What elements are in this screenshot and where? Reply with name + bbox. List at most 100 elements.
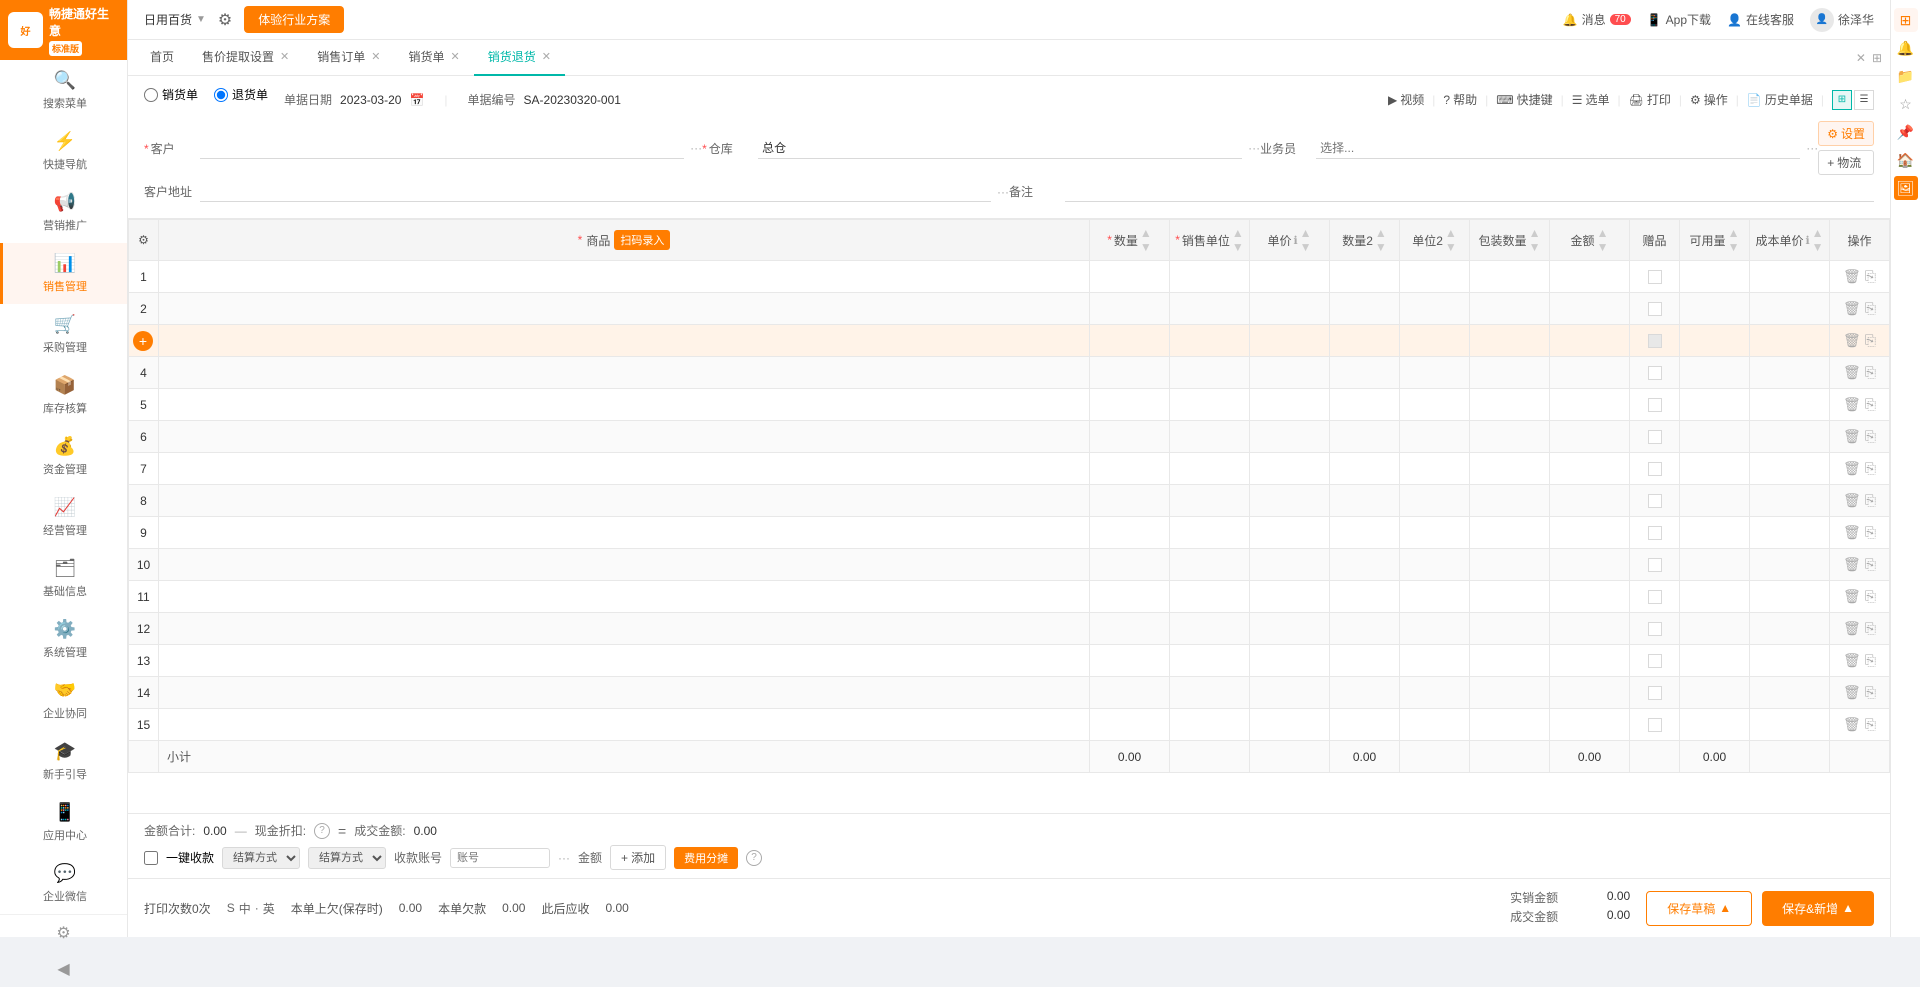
- copy-row-icon[interactable]: ⎘: [1865, 588, 1876, 605]
- unit2-cell-active[interactable]: [1400, 325, 1470, 357]
- grid-view-btn[interactable]: ⊞: [1832, 90, 1852, 110]
- delete-row-icon[interactable]: 🗑: [1843, 556, 1861, 573]
- gift-checkbox[interactable]: [1648, 398, 1662, 412]
- sidebar-item-finance[interactable]: 💰 资金管理: [0, 426, 127, 487]
- add-row-button[interactable]: +: [133, 331, 153, 351]
- radio-sales-input[interactable]: [144, 88, 158, 102]
- sidebar-item-purchase-mgmt[interactable]: 🛒 采购管理: [0, 304, 127, 365]
- scan-button[interactable]: 扫码录入: [614, 230, 670, 250]
- delete-row-icon[interactable]: 🗑: [1843, 588, 1861, 605]
- gift-cell[interactable]: [1630, 261, 1680, 293]
- unit-cell[interactable]: [1170, 293, 1250, 325]
- gear-th-icon[interactable]: ⚙: [138, 233, 149, 247]
- sidebar-item-search[interactable]: 🔍 搜索菜单: [0, 60, 127, 121]
- amount-cell[interactable]: [1550, 293, 1630, 325]
- tab-sales-return-close[interactable]: ✕: [542, 50, 551, 63]
- tab-price-settings[interactable]: 售价提取设置 ✕: [188, 40, 303, 76]
- video-btn[interactable]: ▶ 视频: [1388, 91, 1424, 108]
- avail-cell[interactable]: [1680, 261, 1750, 293]
- copy-row-icon[interactable]: ⎘: [1865, 460, 1876, 477]
- radio-sales[interactable]: 销货单: [144, 86, 198, 103]
- price-cell[interactable]: [1250, 293, 1330, 325]
- cost-cell[interactable]: [1750, 293, 1830, 325]
- select-bill-btn[interactable]: ☰ 选单: [1572, 91, 1610, 108]
- pack-cell-active[interactable]: [1470, 325, 1550, 357]
- list-view-btn[interactable]: ☰: [1854, 90, 1874, 110]
- right-panel-star-icon[interactable]: ☆: [1894, 92, 1918, 116]
- table-wrapper[interactable]: ⚙ * 商品 扫码录入: [128, 219, 1890, 813]
- copy-row-icon[interactable]: ⎘: [1865, 716, 1876, 733]
- copy-row-icon[interactable]: ⎘: [1865, 300, 1876, 317]
- pack-cell[interactable]: [1470, 293, 1550, 325]
- one-click-pay-checkbox[interactable]: [144, 851, 158, 865]
- delete-row-icon[interactable]: 🗑: [1843, 428, 1861, 445]
- gift-checkbox[interactable]: [1648, 718, 1662, 732]
- tab-home[interactable]: 首页: [136, 40, 188, 76]
- product-cell[interactable]: [159, 293, 1090, 325]
- sidebar-item-sales-mgmt[interactable]: 📊 销售管理: [0, 243, 127, 304]
- copy-row-icon[interactable]: ⎘: [1865, 620, 1876, 637]
- address-dots[interactable]: ···: [997, 185, 1009, 199]
- gift-checkbox[interactable]: [1648, 526, 1662, 540]
- unit2-cell[interactable]: [1400, 293, 1470, 325]
- user-profile-item[interactable]: 👤 徐泽华: [1810, 8, 1874, 32]
- tab-sales-order-close[interactable]: ✕: [371, 50, 380, 63]
- right-panel-home-icon[interactable]: 🏠: [1894, 148, 1918, 172]
- help-btn[interactable]: ? 帮助: [1443, 91, 1477, 108]
- gift-checkbox[interactable]: [1648, 622, 1662, 636]
- delete-row-icon[interactable]: 🗑: [1843, 620, 1861, 637]
- settings-gear-icon[interactable]: ⚙: [218, 10, 232, 30]
- tab-price-settings-close[interactable]: ✕: [280, 50, 289, 63]
- calculation-method-select[interactable]: 结算方式: [308, 847, 386, 869]
- online-service-item[interactable]: 👤 在线客服: [1727, 11, 1794, 28]
- avail-cell-active[interactable]: [1680, 325, 1750, 357]
- delete-row-icon[interactable]: 🗑: [1843, 300, 1861, 317]
- sidebar-item-newbie[interactable]: 🎓 新手引导: [0, 731, 127, 792]
- address-input[interactable]: [200, 181, 991, 202]
- gift-checkbox[interactable]: [1648, 686, 1662, 700]
- delete-row-icon[interactable]: 🗑: [1843, 716, 1861, 733]
- copy-row-icon[interactable]: ⎘: [1865, 428, 1876, 445]
- gift-cell[interactable]: [1630, 293, 1680, 325]
- gift-checkbox[interactable]: [1648, 494, 1662, 508]
- product-input-active[interactable]: [163, 334, 1085, 348]
- operate-btn[interactable]: ⚙ 操作: [1690, 91, 1728, 108]
- warehouse-dots[interactable]: ···: [1248, 141, 1260, 155]
- sidebar-item-system[interactable]: ⚙️ 系统管理: [0, 609, 127, 670]
- price-info-icon[interactable]: ℹ: [1293, 234, 1297, 247]
- sidebar-item-basic-info[interactable]: 🗂 基础信息: [0, 548, 127, 609]
- tab-sales[interactable]: 销货单 ✕: [394, 40, 473, 76]
- delete-row-icon[interactable]: 🗑: [1843, 332, 1861, 349]
- shortcut-btn[interactable]: ⌨ 快捷键: [1496, 91, 1552, 108]
- product-cell-active[interactable]: [159, 325, 1090, 357]
- unit2-cell[interactable]: [1400, 261, 1470, 293]
- copy-row-icon[interactable]: ⎘: [1865, 364, 1876, 381]
- delete-row-icon[interactable]: 🗑: [1843, 396, 1861, 413]
- staff-input[interactable]: [1316, 138, 1800, 159]
- remark-input[interactable]: [1065, 181, 1874, 202]
- sidebar-item-app-center[interactable]: 📱 应用中心: [0, 792, 127, 853]
- fee-split-button[interactable]: 费用分摊: [674, 847, 738, 869]
- sidebar-bottom-settings[interactable]: ⚙: [0, 915, 127, 951]
- cost-cell[interactable]: [1750, 261, 1830, 293]
- save-new-dropdown-icon[interactable]: ▲: [1842, 901, 1854, 915]
- module-selector[interactable]: 日用百货 ▼: [144, 11, 206, 28]
- save-new-button[interactable]: 保存&新增 ▲: [1762, 891, 1874, 926]
- cost-cell-active[interactable]: [1750, 325, 1830, 357]
- save-draft-button[interactable]: 保存草稿 ▲: [1646, 891, 1752, 926]
- copy-row-icon[interactable]: ⎘: [1865, 332, 1876, 349]
- qty-cell[interactable]: [1090, 261, 1170, 293]
- tab-sales-return[interactable]: 销货退货 ✕: [474, 40, 565, 76]
- add-payment-button[interactable]: + 添加: [610, 845, 666, 870]
- qty2-cell[interactable]: [1330, 293, 1400, 325]
- qty-cell[interactable]: [1090, 293, 1170, 325]
- logistics-button[interactable]: + 物流: [1818, 150, 1874, 175]
- experience-button[interactable]: 体验行业方案: [244, 6, 344, 33]
- delete-row-icon[interactable]: 🗑: [1843, 684, 1861, 701]
- delete-row-icon[interactable]: 🗑: [1843, 492, 1861, 509]
- unit-cell[interactable]: [1170, 261, 1250, 293]
- fee-split-help-icon[interactable]: ?: [746, 850, 762, 866]
- copy-row-icon[interactable]: ⎘: [1865, 652, 1876, 669]
- qty2-cell-active[interactable]: [1330, 325, 1400, 357]
- right-panel-file-icon[interactable]: 📁: [1894, 64, 1918, 88]
